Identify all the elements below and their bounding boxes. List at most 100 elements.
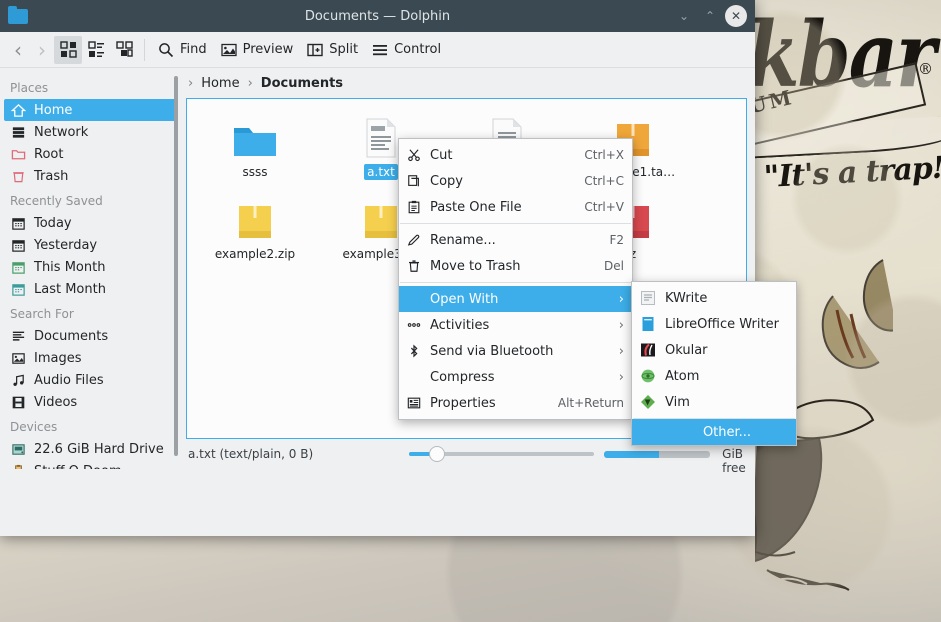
sidebar-item-audio-files[interactable]: Audio Files: [4, 369, 176, 391]
sidebar-item-yesterday[interactable]: Yesterday: [4, 234, 176, 256]
menu-item-properties[interactable]: Properties Alt+Return: [399, 390, 632, 416]
breadcrumb-item-home[interactable]: Home: [197, 75, 243, 92]
submenu-item-kwrite[interactable]: KWrite: [632, 285, 796, 311]
minimize-button[interactable]: ⌄: [673, 5, 695, 27]
submenu-item-atom[interactable]: Atom: [632, 363, 796, 389]
window-title: Documents — Dolphin: [304, 8, 451, 24]
sidebar-item-trash[interactable]: Trash: [4, 165, 176, 187]
menu-item-paste-one-file[interactable]: Paste One File Ctrl+V: [399, 194, 632, 220]
menu-item-cut[interactable]: Cut Ctrl+X: [399, 142, 632, 168]
sidebar-item-this-month[interactable]: This Month: [4, 256, 176, 278]
menu-item-label: Rename...: [430, 232, 496, 248]
zoom-slider-handle[interactable]: [429, 446, 446, 462]
close-button[interactable]: ✕: [725, 5, 747, 27]
sidebar-group-search-for-title: Search For: [10, 307, 74, 321]
context-menu[interactable]: Cut Ctrl+X Copy Ctrl+C Paste One File Ct…: [398, 138, 633, 420]
hamburger-menu-icon: [373, 44, 388, 55]
submenu-item-okular[interactable]: Okular: [632, 337, 796, 363]
dolphin-window: Documents — Dolphin ⌄ ⌃ ✕ ‹ › Find Previ…: [0, 0, 755, 536]
chevron-right-icon: ›: [618, 369, 624, 385]
submenu-item-label: Okular: [665, 342, 708, 358]
file-item-example2-zip[interactable]: example2.zip: [207, 195, 303, 266]
sidebar-item-network[interactable]: Network: [4, 121, 176, 143]
free-space-bar-fill: [604, 450, 660, 458]
sidebar-item-label: 22.6 GiB Hard Drive: [34, 441, 164, 457]
poster-registered-mark: ®: [918, 60, 933, 78]
menu-item-move-to-trash[interactable]: Move to Trash Del: [399, 253, 632, 279]
submenu-item-vim[interactable]: Vim: [632, 389, 796, 415]
split-icon: [307, 43, 323, 56]
chevron-right-icon: ›: [618, 291, 624, 307]
sidebar-item-label: This Month: [34, 259, 106, 275]
file-item-ssss[interactable]: ssss: [207, 113, 303, 184]
menu-item-rename[interactable]: Rename... F2: [399, 227, 632, 253]
preview-icon: [220, 43, 237, 56]
free-space-bar: [604, 450, 711, 458]
submenu-item-libreoffice-writer[interactable]: LibreOffice Writer: [632, 311, 796, 337]
find-button[interactable]: Find: [151, 36, 214, 64]
menu-item-send-via-bluetooth[interactable]: Send via Bluetooth ›: [399, 338, 632, 364]
sidebar-item-hard-drive-22[interactable]: 22.6 GiB Hard Drive: [4, 438, 176, 460]
sidebar-item-root[interactable]: Root: [4, 143, 176, 165]
menu-item-label: Copy: [430, 173, 463, 189]
vim-icon: [640, 394, 656, 410]
sidebar-item-documents[interactable]: Documents: [4, 325, 176, 347]
preview-button[interactable]: Preview: [214, 36, 301, 64]
details-view-icon: [115, 41, 133, 57]
menu-item-shortcut: Ctrl+X: [584, 148, 624, 162]
forward-button[interactable]: ›: [30, 36, 54, 64]
menu-item-open-with[interactable]: Open With ›: [399, 286, 632, 312]
sidebar-item-label: Videos: [34, 394, 78, 410]
submenu-item-other[interactable]: Other...: [632, 419, 796, 445]
harddrive-icon: [10, 441, 26, 457]
sidebar-item-last-month[interactable]: Last Month: [4, 278, 176, 300]
sidebar-item-home[interactable]: Home: [4, 99, 176, 121]
window-titlebar[interactable]: Documents — Dolphin ⌄ ⌃ ✕: [0, 0, 755, 32]
menu-item-shortcut: Ctrl+V: [584, 200, 624, 214]
back-button[interactable]: ‹: [6, 36, 30, 64]
folder-red-icon: [10, 146, 26, 162]
menu-item-label: Open With: [430, 291, 499, 307]
status-selection-info: a.txt (text/plain, 0 B): [188, 447, 314, 461]
menu-item-compress[interactable]: Compress ›: [399, 364, 632, 390]
bluetooth-icon: [405, 344, 422, 358]
icons-view-icon: [59, 41, 77, 58]
details-view-button[interactable]: [110, 36, 138, 64]
breadcrumb[interactable]: › Home › Documents: [180, 68, 755, 98]
poster-tagline-text: "It's a trap!": [763, 149, 941, 195]
toolbar-separator: [144, 38, 145, 61]
menu-item-copy[interactable]: Copy Ctrl+C: [399, 168, 632, 194]
chevron-right-icon: ›: [247, 75, 253, 91]
submenu-item-label: Atom: [665, 368, 700, 384]
menu-item-label: Activities: [430, 317, 490, 333]
sidebar-item-images[interactable]: Images: [4, 347, 176, 369]
menu-item-activities[interactable]: Activities ›: [399, 312, 632, 338]
menu-item-label: Properties: [430, 395, 496, 411]
sidebar-item-stuff-o-doom[interactable]: Stuff O Doom: [4, 460, 176, 469]
find-label: Find: [180, 42, 207, 57]
network-icon: [10, 124, 26, 140]
control-button[interactable]: Control: [365, 36, 448, 64]
zoom-slider[interactable]: [409, 446, 595, 462]
folder-icon: [8, 5, 28, 24]
usb-drive-icon: [10, 463, 26, 469]
sidebar-scrollbar[interactable]: [174, 76, 178, 456]
open-with-submenu[interactable]: KWrite LibreOffice Writer Okular Atom Vi…: [631, 281, 797, 446]
sidebar-item-videos[interactable]: Videos: [4, 391, 176, 413]
sidebar-item-today[interactable]: Today: [4, 212, 176, 234]
audio-icon: [10, 372, 26, 388]
places-panel: Places Home Network Root Trash Recently …: [0, 68, 180, 469]
sidebar-item-label: Audio Files: [34, 372, 104, 388]
split-button[interactable]: Split: [300, 36, 365, 64]
breadcrumb-item-documents[interactable]: Documents: [257, 75, 347, 92]
icons-view-button[interactable]: [54, 35, 82, 64]
activities-icon: [405, 319, 422, 331]
preview-label: Preview: [242, 42, 294, 57]
atom-icon: [640, 368, 656, 384]
chevron-right-icon: ›: [618, 317, 624, 333]
sidebar-group-devices-title: Devices: [10, 420, 58, 434]
maximize-button[interactable]: ⌃: [699, 5, 721, 27]
menu-item-label: Compress: [430, 369, 495, 385]
compact-view-button[interactable]: [82, 36, 110, 64]
breadcrumb-lead-chevron-icon: ›: [188, 75, 194, 91]
